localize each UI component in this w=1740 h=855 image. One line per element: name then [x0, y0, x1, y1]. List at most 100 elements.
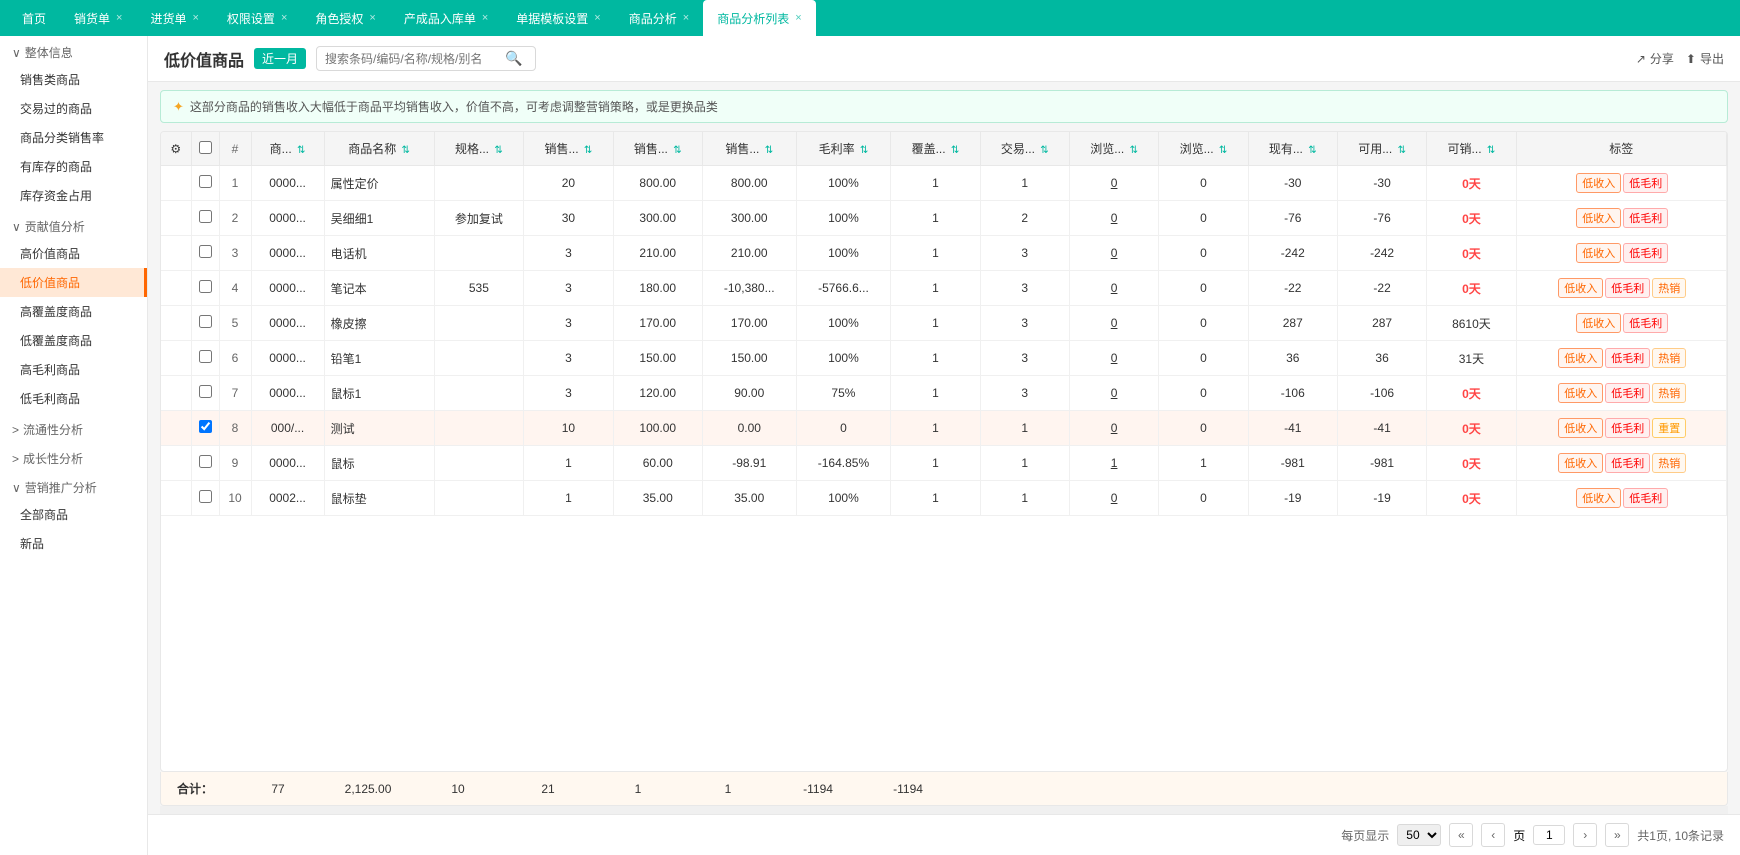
col-trade[interactable]: 交易... ⇅	[980, 132, 1069, 166]
sidebar-section-liquidity[interactable]: > 流通性分析	[0, 413, 147, 442]
close-icon[interactable]: ×	[683, 12, 689, 24]
close-icon[interactable]: ×	[369, 12, 375, 24]
col-sale-amount[interactable]: 销售... ⇅	[702, 132, 796, 166]
nav-item-analysis[interactable]: 商品分析 ×	[615, 0, 703, 36]
sidebar-item-high-value[interactable]: 高价值商品	[0, 239, 147, 268]
col-gear[interactable]: ⚙	[161, 132, 191, 166]
browse-link[interactable]: 0	[1111, 316, 1118, 330]
browse-link[interactable]: 0	[1111, 176, 1118, 190]
col-current-stock[interactable]: 现有... ⇅	[1248, 132, 1337, 166]
period-button[interactable]: 近一月	[254, 48, 306, 69]
browse-link[interactable]: 1	[1111, 456, 1118, 470]
col-sale-price[interactable]: 销售... ⇅	[613, 132, 702, 166]
sidebar-item-high-margin[interactable]: 高毛利商品	[0, 355, 147, 384]
sidebar-item-category-rate[interactable]: 商品分类销售率	[0, 123, 147, 152]
sidebar-item-high-coverage[interactable]: 高覆盖度商品	[0, 297, 147, 326]
browse-link[interactable]: 0	[1111, 351, 1118, 365]
nav-item-sales[interactable]: 销货单 ×	[60, 0, 136, 36]
nav-item-template[interactable]: 单据模板设置 ×	[502, 0, 614, 36]
row-checkbox[interactable]	[199, 245, 212, 258]
sidebar-section-marketing[interactable]: ∨ 营销推广分析	[0, 471, 147, 500]
nav-item-purchase[interactable]: 进货单 ×	[136, 0, 212, 36]
close-icon[interactable]: ×	[795, 12, 801, 24]
close-icon[interactable]: ×	[192, 12, 198, 24]
page-number-input[interactable]	[1533, 825, 1565, 845]
row-checkbox[interactable]	[199, 315, 212, 328]
col-checkbox[interactable]	[191, 132, 219, 166]
sidebar-item-new-goods[interactable]: 新品	[0, 529, 147, 558]
search-input[interactable]	[325, 52, 505, 66]
col-browse1[interactable]: 浏览... ⇅	[1069, 132, 1158, 166]
sidebar-item-all-goods[interactable]: 全部商品	[0, 500, 147, 529]
col-coverage[interactable]: 覆盖... ⇅	[891, 132, 980, 166]
select-all-checkbox[interactable]	[199, 141, 212, 154]
gross-margin-cell: -5766.6...	[796, 271, 891, 306]
sidebar-item-low-value[interactable]: 低价值商品	[0, 268, 147, 297]
col-available[interactable]: 可用... ⇅	[1337, 132, 1426, 166]
share-button[interactable]: ↗ 分享	[1636, 50, 1674, 67]
browse2-cell: 0	[1159, 481, 1248, 516]
checkbox-cell[interactable]	[191, 446, 219, 481]
nav-item-production[interactable]: 产成品入库单 ×	[390, 0, 502, 36]
col-saleable[interactable]: 可销... ⇅	[1427, 132, 1516, 166]
sidebar-item-traded-goods[interactable]: 交易过的商品	[0, 94, 147, 123]
close-icon[interactable]: ×	[281, 12, 287, 24]
sidebar-item-low-coverage[interactable]: 低覆盖度商品	[0, 326, 147, 355]
checkbox-cell[interactable]	[191, 411, 219, 446]
nav-item-role[interactable]: 角色授权 ×	[301, 0, 389, 36]
checkbox-cell[interactable]	[191, 166, 219, 201]
browse-link[interactable]: 0	[1111, 281, 1118, 295]
prev-page-button[interactable]: ‹	[1481, 823, 1505, 847]
browse-link[interactable]: 0	[1111, 246, 1118, 260]
sidebar-section-contribution[interactable]: ∨ 贡献值分析	[0, 210, 147, 239]
page-size-select[interactable]: 50	[1397, 824, 1441, 846]
close-icon[interactable]: ×	[594, 12, 600, 24]
row-checkbox[interactable]	[199, 455, 212, 468]
col-name[interactable]: 商品名称 ⇅	[324, 132, 434, 166]
row-checkbox[interactable]	[199, 350, 212, 363]
available-cell: -41	[1337, 411, 1426, 446]
nav-item-home[interactable]: 首页	[8, 0, 60, 36]
browse-link[interactable]: 0	[1111, 386, 1118, 400]
col-gross-margin[interactable]: 毛利率 ⇅	[796, 132, 891, 166]
col-spec[interactable]: 规格... ⇅	[434, 132, 524, 166]
row-checkbox[interactable]	[199, 175, 212, 188]
col-sale-qty[interactable]: 销售... ⇅	[524, 132, 613, 166]
nav-item-permission[interactable]: 权限设置 ×	[213, 0, 301, 36]
checkbox-cell[interactable]	[191, 306, 219, 341]
browse-link[interactable]: 0	[1111, 491, 1118, 505]
next-page-button[interactable]: ›	[1573, 823, 1597, 847]
row-checkbox[interactable]	[199, 210, 212, 223]
close-icon[interactable]: ×	[482, 12, 488, 24]
checkbox-cell[interactable]	[191, 376, 219, 411]
sidebar-item-stocked-goods[interactable]: 有库存的商品	[0, 152, 147, 181]
search-icon[interactable]: 🔍	[505, 50, 522, 67]
code-cell: 0000...	[251, 201, 324, 236]
row-checkbox[interactable]	[199, 490, 212, 503]
close-icon[interactable]: ×	[116, 12, 122, 24]
first-page-button[interactable]: «	[1449, 823, 1473, 847]
sidebar-item-stock-capital[interactable]: 库存资金占用	[0, 181, 147, 210]
checkbox-cell[interactable]	[191, 341, 219, 376]
row-checkbox[interactable]	[199, 420, 212, 433]
checkbox-cell[interactable]	[191, 201, 219, 236]
nav-item-analysis-list[interactable]: 商品分析列表 ×	[703, 0, 815, 36]
col-browse2[interactable]: 浏览... ⇅	[1159, 132, 1248, 166]
browse-link[interactable]: 0	[1111, 211, 1118, 225]
row-checkbox[interactable]	[199, 385, 212, 398]
sidebar-section-overall[interactable]: ∨ 整体信息	[0, 36, 147, 65]
sidebar-item-sales-goods[interactable]: 销售类商品	[0, 65, 147, 94]
sidebar-item-low-margin[interactable]: 低毛利商品	[0, 384, 147, 413]
checkbox-cell[interactable]	[191, 481, 219, 516]
row-checkbox[interactable]	[199, 280, 212, 293]
export-button[interactable]: ⬆ 导出	[1686, 50, 1724, 67]
sale-price-cell: 170.00	[613, 306, 702, 341]
sale-price-cell: 150.00	[613, 341, 702, 376]
col-code[interactable]: 商... ⇅	[251, 132, 324, 166]
sidebar-section-growth[interactable]: > 成长性分析	[0, 442, 147, 471]
table-container[interactable]: ⚙ # 商... ⇅ 商品名称 ⇅ 规格... ⇅ 销售... ⇅ 销售... …	[160, 131, 1728, 772]
last-page-button[interactable]: »	[1605, 823, 1629, 847]
browse-link[interactable]: 0	[1111, 421, 1118, 435]
checkbox-cell[interactable]	[191, 236, 219, 271]
checkbox-cell[interactable]	[191, 271, 219, 306]
